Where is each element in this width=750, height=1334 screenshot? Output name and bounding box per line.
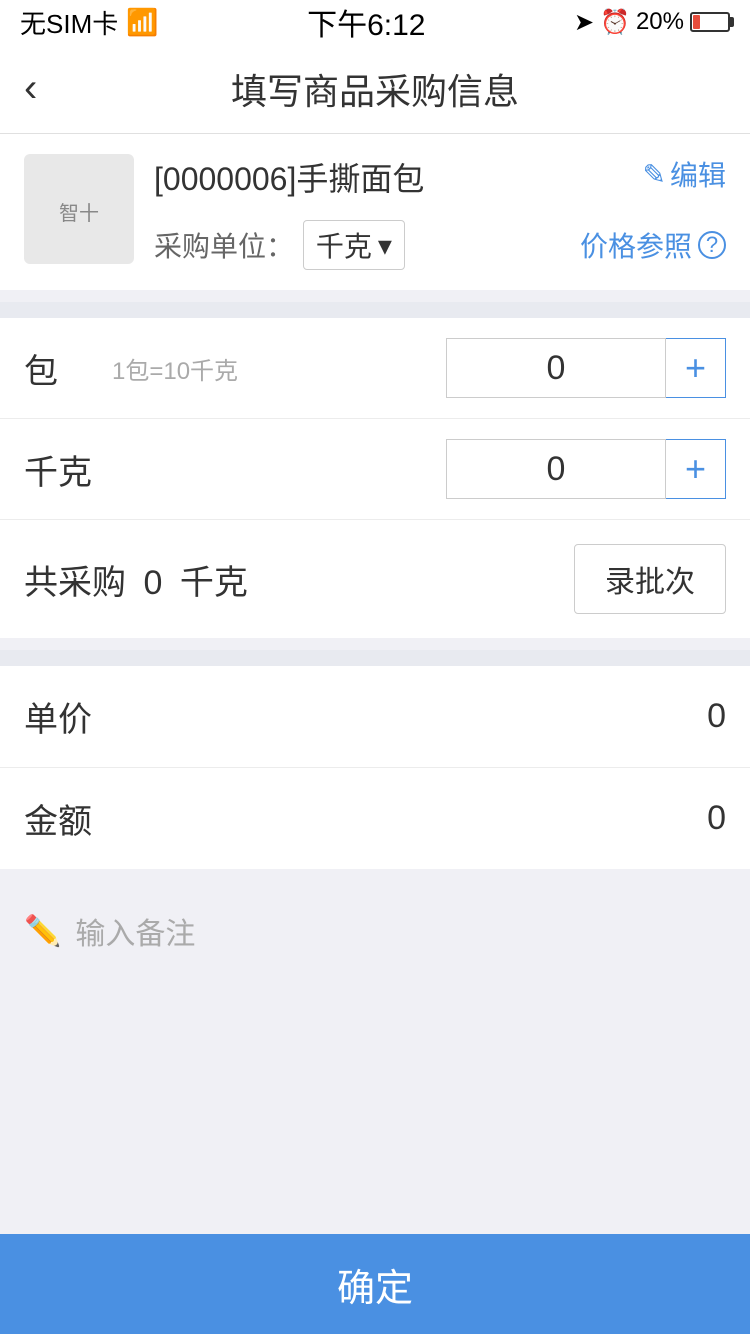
price-reference-button[interactable]: 价格参照 ? (580, 225, 726, 265)
bottom-space (0, 981, 750, 1261)
battery-fill (693, 15, 700, 29)
unit-label: 采购单位： (154, 231, 294, 262)
unit-select[interactable]: 千克 ▾ (303, 220, 405, 270)
wifi-icon: 📶 (126, 7, 158, 38)
status-time: 下午6:12 (307, 0, 425, 44)
back-button[interactable]: ‹ (24, 66, 37, 111)
status-left: 无SIM卡 📶 (20, 4, 159, 41)
summary-section: 共采购 0 千克 录批次 (0, 520, 750, 638)
unit-price-row: 单价 0 (0, 666, 750, 768)
confirm-button[interactable]: 确定 (0, 1234, 750, 1334)
product-name-row: [0000006]手撕面包 ✎ 编辑 (154, 154, 726, 200)
notes-placeholder: 输入备注 (75, 909, 195, 953)
product-full-name: [0000006]手撕面包 (154, 154, 424, 200)
bao-label: 包 (24, 344, 104, 393)
status-right: ➤ ⏰ 20% (574, 8, 730, 37)
bao-input-row: 包 1包=10千克 + (0, 318, 750, 419)
kg-label: 千克 (24, 445, 104, 494)
record-batch-button[interactable]: 录批次 (574, 544, 726, 614)
alarm-icon: ⏰ (600, 8, 630, 37)
bao-sublabel: 1包=10千克 (112, 351, 238, 386)
unit-price-label: 单价 (24, 692, 92, 741)
unit-label-group: 采购单位： 千克 ▾ (154, 220, 405, 270)
product-thumbnail: 智十 (24, 154, 134, 264)
bao-plus-button[interactable]: + (666, 338, 726, 398)
bao-input-group: + (446, 338, 726, 398)
kg-input-group: + (446, 439, 726, 499)
battery-icon (690, 12, 730, 32)
battery-percent: 20% (636, 8, 684, 36)
chevron-down-icon: ▾ (378, 229, 392, 262)
edit-button[interactable]: ✎ 编辑 (643, 154, 726, 194)
page-title: 填写商品采购信息 (231, 63, 519, 115)
status-bar: 无SIM卡 📶 下午6:12 ➤ ⏰ 20% (0, 0, 750, 44)
amount-row: 金额 0 (0, 768, 750, 869)
kg-input-row: 千克 + (0, 419, 750, 520)
confirm-label: 确定 (337, 1257, 413, 1312)
section-divider-2 (0, 650, 750, 666)
product-card: 智十 [0000006]手撕面包 ✎ 编辑 采购单位： 千克 ▾ 价格参照 ? (0, 134, 750, 290)
summary-text: 共采购 0 千克 (24, 555, 248, 604)
amount-label: 金额 (24, 794, 92, 843)
bao-quantity-input[interactable] (446, 338, 666, 398)
product-thumb-label: 智十 (59, 197, 99, 226)
info-icon: ? (698, 231, 726, 259)
unit-price-value: 0 (707, 697, 726, 736)
amount-value: 0 (707, 799, 726, 838)
summary-row: 共采购 0 千克 录批次 (0, 520, 750, 638)
kg-plus-button[interactable]: + (666, 439, 726, 499)
product-info: [0000006]手撕面包 ✎ 编辑 采购单位： 千克 ▾ 价格参照 ? (154, 154, 726, 270)
kg-quantity-input[interactable] (446, 439, 666, 499)
input-section: 包 1包=10千克 + 千克 + (0, 318, 750, 520)
nav-bar: ‹ 填写商品采购信息 (0, 44, 750, 134)
edit-icon: ✎ (643, 158, 666, 191)
sim-status: 无SIM卡 (20, 4, 118, 41)
price-section: 单价 0 金额 0 (0, 666, 750, 869)
notes-section[interactable]: ✏️ 输入备注 (0, 881, 750, 981)
location-icon: ➤ (574, 8, 594, 37)
unit-row: 采购单位： 千克 ▾ 价格参照 ? (154, 220, 726, 270)
section-divider-1 (0, 302, 750, 318)
pencil-icon: ✏️ (24, 914, 61, 949)
